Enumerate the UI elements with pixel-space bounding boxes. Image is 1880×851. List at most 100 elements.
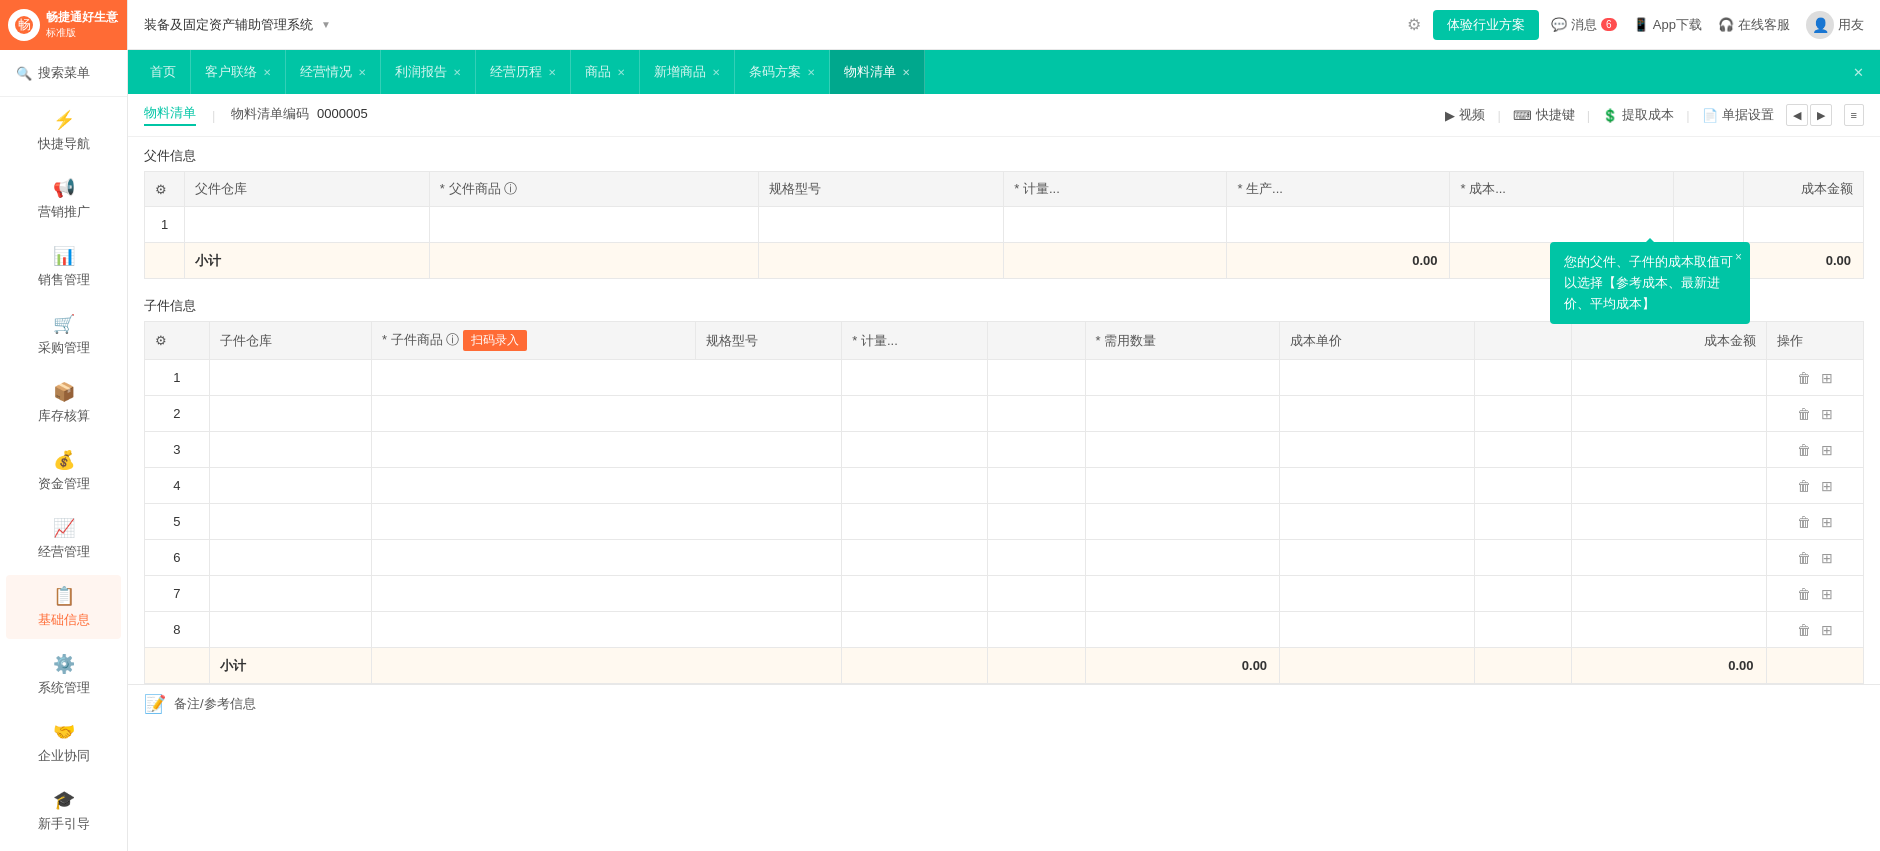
tab-operations-close[interactable]: ✕ (358, 67, 366, 78)
page-tab-bom-code[interactable]: 物料清单编码 0000005 (231, 105, 367, 125)
child-row-7-unit[interactable] (988, 576, 1085, 612)
parent-row-1-produce[interactable] (1227, 207, 1450, 243)
sidebar-item-enterprise[interactable]: 🤝 企业协同 (6, 711, 121, 775)
prev-arrow[interactable]: ◀ (1786, 104, 1808, 126)
child-row-4-warehouse[interactable] (209, 468, 371, 504)
parent-row-1-warehouse[interactable] (185, 207, 430, 243)
tab-customer-close[interactable]: ✕ (263, 67, 271, 78)
tab-profit-close[interactable]: ✕ (453, 67, 461, 78)
copy-row-icon[interactable]: ⊞ (1821, 442, 1833, 458)
child-row-6-product[interactable] (372, 540, 842, 576)
child-row-4-spec[interactable] (842, 468, 988, 504)
message-button[interactable]: 💬 消息 6 (1551, 16, 1617, 34)
child-row-8-unit-cost[interactable] (1280, 612, 1475, 648)
child-row-7-unit-cost[interactable] (1280, 576, 1475, 612)
child-row-6-spec[interactable] (842, 540, 988, 576)
child-row-5-qty[interactable] (1085, 504, 1280, 540)
child-row-1-product[interactable] (372, 360, 842, 396)
tab-history-close[interactable]: ✕ (548, 67, 556, 78)
child-row-4-product[interactable] (372, 468, 842, 504)
child-row-4-qty[interactable] (1085, 468, 1280, 504)
sidebar-item-sales[interactable]: 📊 销售管理 (6, 235, 121, 299)
child-row-3-product[interactable] (372, 432, 842, 468)
copy-row-icon[interactable]: ⊞ (1821, 406, 1833, 422)
delete-row-icon[interactable]: 🗑 (1797, 442, 1811, 458)
child-row-8-unit[interactable] (988, 612, 1085, 648)
delete-row-icon[interactable]: 🗑 (1797, 586, 1811, 602)
child-row-5-unit[interactable] (988, 504, 1085, 540)
parent-row-1-spec[interactable] (759, 207, 1004, 243)
sidebar-item-basic-info[interactable]: 📋 基础信息 (6, 575, 121, 639)
child-row-5-product[interactable] (372, 504, 842, 540)
tab-products-close[interactable]: ✕ (617, 67, 625, 78)
next-arrow[interactable]: ▶ (1810, 104, 1832, 126)
document-settings-button[interactable]: 📄 单据设置 (1702, 106, 1774, 124)
tab-home[interactable]: 首页 (136, 50, 191, 94)
child-row-2-product[interactable] (372, 396, 842, 432)
child-row-7-qty[interactable] (1085, 576, 1280, 612)
tab-products[interactable]: 商品 ✕ (571, 50, 640, 94)
delete-row-icon[interactable]: 🗑 (1797, 514, 1811, 530)
tab-barcode[interactable]: 条码方案 ✕ (735, 50, 830, 94)
parent-col-settings[interactable]: ⚙ (145, 172, 185, 207)
page-tab-bom[interactable]: 物料清单 (144, 104, 196, 126)
view-video-button[interactable]: ▶ 视频 (1445, 106, 1485, 124)
delete-row-icon[interactable]: 🗑 (1797, 478, 1811, 494)
child-row-7-spec[interactable] (842, 576, 988, 612)
trial-button[interactable]: 体验行业方案 (1433, 10, 1539, 40)
copy-row-icon[interactable]: ⊞ (1821, 622, 1833, 638)
tab-profit[interactable]: 利润报告 ✕ (381, 50, 476, 94)
child-row-5-warehouse[interactable] (209, 504, 371, 540)
tab-bom[interactable]: 物料清单 ✕ (830, 50, 925, 94)
close-all-tabs-button[interactable]: ✕ (1845, 61, 1872, 84)
user-menu[interactable]: 👤 用友 (1806, 11, 1864, 39)
child-row-3-unit-cost[interactable] (1280, 432, 1475, 468)
parent-row-1-cost[interactable] (1450, 207, 1673, 243)
sidebar-item-finance[interactable]: 💰 资金管理 (6, 439, 121, 503)
settings-gear-icon[interactable]: ⚙ (1407, 15, 1421, 34)
copy-row-icon[interactable]: ⊞ (1821, 478, 1833, 494)
sidebar-item-purchase[interactable]: 🛒 采购管理 (6, 303, 121, 367)
system-dropdown-arrow[interactable]: ▼ (321, 19, 331, 30)
shortcut-button[interactable]: ⌨ 快捷键 (1513, 106, 1575, 124)
extract-cost-button[interactable]: 💲 提取成本 (1602, 106, 1674, 124)
copy-row-icon[interactable]: ⊞ (1821, 370, 1833, 386)
child-row-7-warehouse[interactable] (209, 576, 371, 612)
parent-row-1-unit[interactable] (1004, 207, 1227, 243)
copy-row-icon[interactable]: ⊞ (1821, 514, 1833, 530)
tab-history[interactable]: 经营历程 ✕ (476, 50, 571, 94)
child-row-2-unit-cost[interactable] (1280, 396, 1475, 432)
copy-row-icon[interactable]: ⊞ (1821, 586, 1833, 602)
child-row-3-qty[interactable] (1085, 432, 1280, 468)
child-row-3-spec[interactable] (842, 432, 988, 468)
child-row-7-product[interactable] (372, 576, 842, 612)
child-row-6-unit-cost[interactable] (1280, 540, 1475, 576)
child-row-6-unit[interactable] (988, 540, 1085, 576)
tab-new-product[interactable]: 新增商品 ✕ (640, 50, 735, 94)
tab-customer[interactable]: 客户联络 ✕ (191, 50, 286, 94)
child-row-2-unit[interactable] (988, 396, 1085, 432)
delete-row-icon[interactable]: 🗑 (1797, 622, 1811, 638)
parent-row-1-product[interactable] (429, 207, 759, 243)
child-row-8-spec[interactable] (842, 612, 988, 648)
sidebar-item-quick-nav[interactable]: ⚡ 快捷导航 (6, 99, 121, 163)
child-row-4-unit-cost[interactable] (1280, 468, 1475, 504)
child-row-6-qty[interactable] (1085, 540, 1280, 576)
delete-row-icon[interactable]: 🗑 (1797, 550, 1811, 566)
delete-row-icon[interactable]: 🗑 (1797, 406, 1811, 422)
child-row-1-spec[interactable] (842, 360, 988, 396)
tooltip-close-button[interactable]: × (1735, 248, 1742, 267)
child-row-2-qty[interactable] (1085, 396, 1280, 432)
sidebar-item-system[interactable]: ⚙️ 系统管理 (6, 643, 121, 707)
scan-input-button[interactable]: 扫码录入 (463, 330, 527, 351)
child-row-1-unit-cost[interactable] (1280, 360, 1475, 396)
delete-row-icon[interactable]: 🗑 (1797, 370, 1811, 386)
child-row-3-warehouse[interactable] (209, 432, 371, 468)
sidebar-item-marketing[interactable]: 📢 营销推广 (6, 167, 121, 231)
tab-new-product-close[interactable]: ✕ (712, 67, 720, 78)
app-download-button[interactable]: 📱 App下载 (1633, 16, 1702, 34)
child-row-1-unit[interactable] (988, 360, 1085, 396)
child-row-3-unit[interactable] (988, 432, 1085, 468)
child-row-8-product[interactable] (372, 612, 842, 648)
online-service-button[interactable]: 🎧 在线客服 (1718, 16, 1790, 34)
